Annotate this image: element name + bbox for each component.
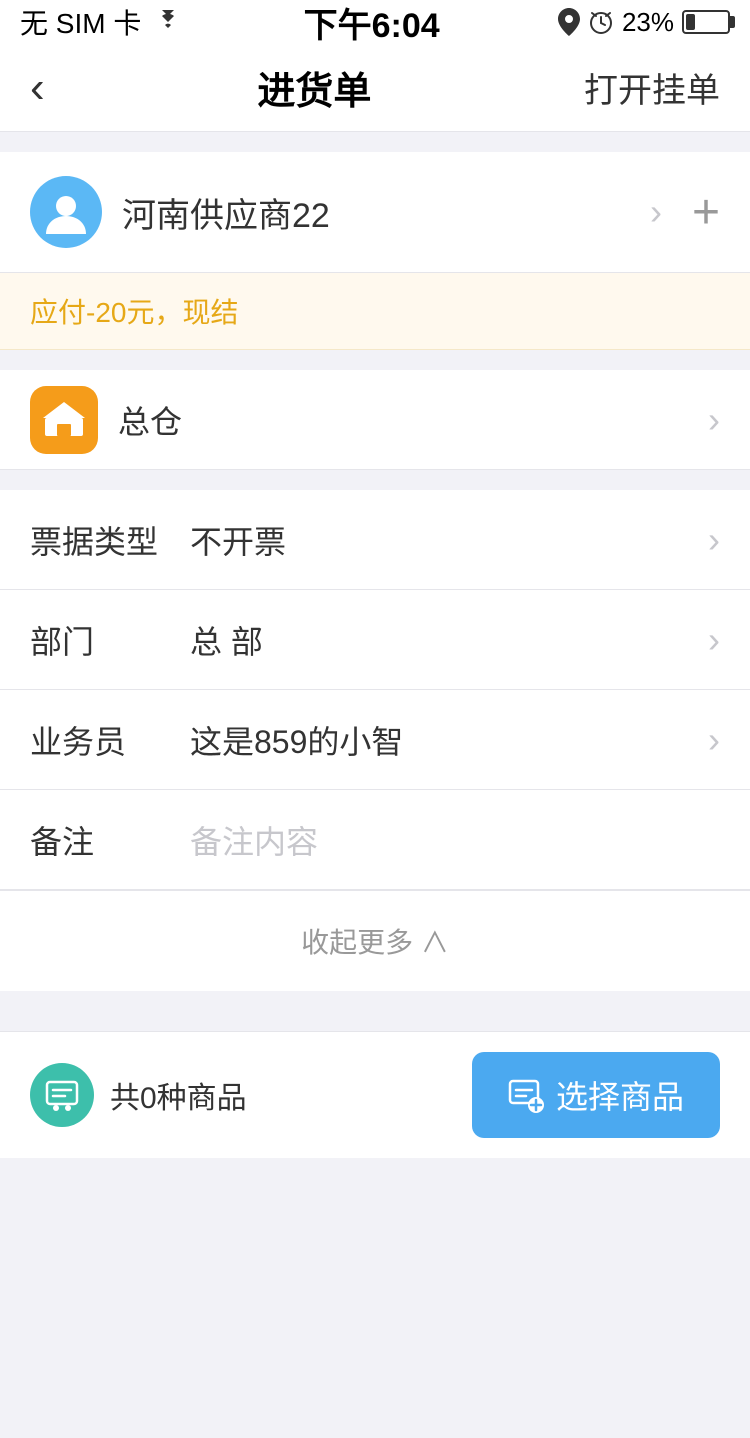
top-gap (0, 132, 750, 152)
alarm-icon (588, 9, 614, 35)
battery-percent: 23% (622, 7, 674, 38)
location-icon (558, 8, 580, 36)
product-icon-wrap (30, 1063, 94, 1127)
add-supplier-button[interactable]: + (692, 185, 720, 240)
remarks-label: 备注 (30, 817, 190, 863)
nav-bar: ‹ 进货单 打开挂单 (0, 44, 750, 132)
salesperson-row[interactable]: 业务员 这是859的小智 › (0, 690, 750, 790)
gap2 (0, 470, 750, 490)
cart-icon (43, 1076, 81, 1114)
product-count-area: 共0种商品 (30, 1063, 247, 1127)
supplier-chevron-icon: › (650, 191, 662, 233)
open-pending-button[interactable]: 打开挂单 (584, 63, 720, 112)
department-value: 总 部 (190, 617, 708, 663)
background-fill (0, 1158, 750, 1438)
form-section: 票据类型 不开票 › 部门 总 部 › 业务员 这是859的小智 › 备注 备注… (0, 490, 750, 991)
remarks-placeholder[interactable]: 备注内容 (190, 817, 720, 863)
status-right: 23% (558, 7, 730, 38)
salesperson-label: 业务员 (30, 717, 190, 763)
product-count-text: 共0种商品 (110, 1073, 247, 1117)
invoice-chevron-icon: › (708, 519, 720, 561)
supplier-avatar (30, 176, 102, 248)
invoice-value: 不开票 (190, 517, 708, 563)
department-label: 部门 (30, 617, 190, 663)
supplier-row[interactable]: 河南供应商22 › + (0, 152, 750, 273)
warehouse-icon (43, 402, 85, 438)
warehouse-row[interactable]: 总仓 › (0, 370, 750, 470)
warehouse-name: 总仓 (118, 397, 708, 443)
department-row[interactable]: 部门 总 部 › (0, 590, 750, 690)
department-chevron-icon: › (708, 619, 720, 661)
select-product-button[interactable]: 选择商品 (472, 1052, 720, 1138)
remarks-row[interactable]: 备注 备注内容 (0, 790, 750, 890)
notice-row: 应付-20元，现结 (0, 273, 750, 350)
warehouse-chevron-icon: › (708, 399, 720, 441)
back-button[interactable]: ‹ (30, 63, 45, 113)
supplier-name: 河南供应商22 (122, 188, 650, 237)
status-bar: 无 SIM 卡 下午6:04 23% (0, 0, 750, 44)
gap3 (0, 991, 750, 1011)
select-product-icon (508, 1077, 544, 1113)
page-title: 进货单 (257, 60, 371, 115)
battery-icon (682, 10, 730, 34)
salesperson-chevron-icon: › (708, 719, 720, 761)
status-time: 下午6:04 (304, 0, 440, 47)
status-carrier: 无 SIM 卡 (20, 2, 185, 42)
salesperson-value: 这是859的小智 (190, 717, 708, 763)
supplier-section: 河南供应商22 › + 应付-20元，现结 (0, 152, 750, 350)
warehouse-icon-wrap (30, 386, 98, 454)
person-icon (44, 190, 88, 234)
invoice-row[interactable]: 票据类型 不开票 › (0, 490, 750, 590)
collapse-row[interactable]: 收起更多 ∧ (0, 890, 750, 991)
invoice-label: 票据类型 (30, 517, 190, 563)
gap1 (0, 350, 750, 370)
collapse-label: 收起更多 ∧ (301, 921, 449, 961)
bottom-bar: 共0种商品 选择商品 (0, 1031, 750, 1158)
wifi-icon (151, 10, 185, 34)
